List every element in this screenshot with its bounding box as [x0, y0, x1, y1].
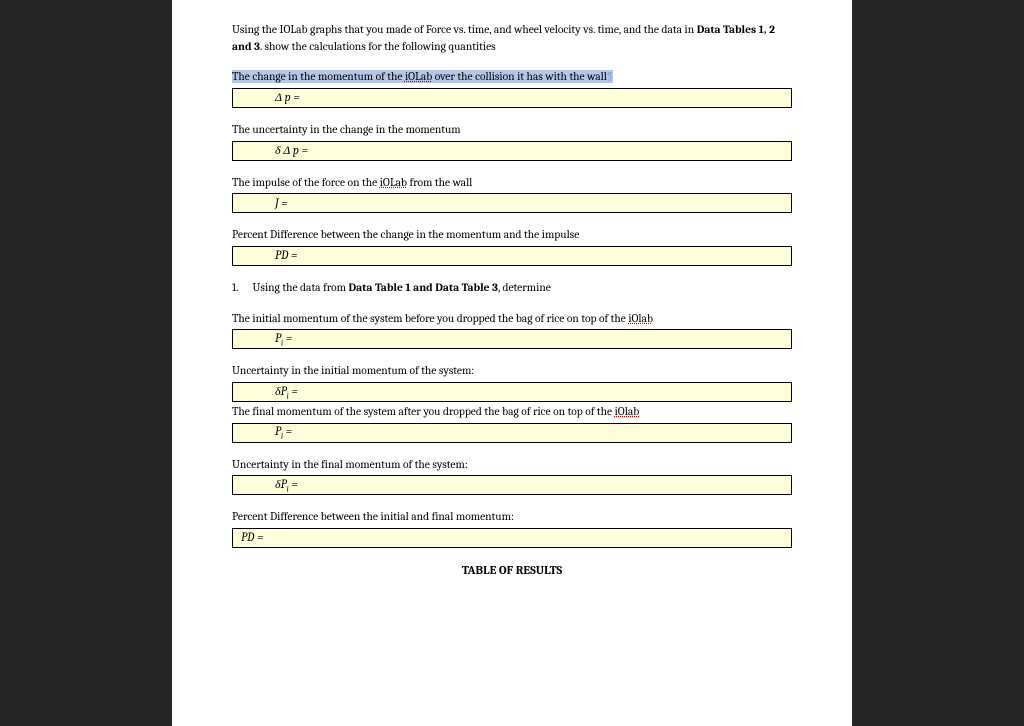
q3-post: from the wall	[407, 176, 472, 189]
q4-equation: PD =	[275, 247, 297, 264]
table-of-results-heading: TABLE OF RESULTS	[232, 562, 792, 579]
document-page: Using the IOLab graphs that you made of …	[172, 0, 852, 726]
q2-equation: δ Δ p =	[275, 142, 308, 159]
q5-equation: Pi =	[275, 330, 292, 349]
numbered-text-a: Using the data from	[253, 281, 349, 294]
q2-answer-box[interactable]: δ Δ p =	[232, 141, 792, 161]
q3-prompt: The impulse of the force on the iOLab fr…	[232, 175, 792, 192]
q1-prompt: The change in the momentum of the iOLab …	[232, 69, 792, 86]
q7-answer-box[interactable]: Pi =	[232, 423, 792, 443]
q6-prompt: Uncertainty in the initial momentum of t…	[232, 363, 792, 380]
q6-sym: δP	[275, 384, 287, 398]
q6-post-eq: =	[289, 384, 298, 398]
q9-equation: PD =	[241, 529, 263, 546]
q1-err: iOLab	[405, 70, 432, 83]
q7-pre: The final momentum of the system after y…	[232, 405, 615, 418]
q8-equation: δPi =	[275, 476, 298, 495]
q7-err: iOlab	[615, 405, 640, 418]
q3-answer-box[interactable]: J =	[232, 193, 792, 213]
q8-sym: δP	[275, 477, 287, 491]
q9-answer-box[interactable]: PD =	[232, 528, 792, 548]
q8-answer-box[interactable]: δPi =	[232, 475, 792, 495]
q5-err: iOlab	[628, 312, 653, 325]
numbered-bold: Data Table 1 and Data Table 3	[349, 281, 498, 294]
q1-highlight: The change in the momentum of the iOLab …	[232, 70, 613, 83]
q3-equation: J =	[275, 195, 288, 212]
q1-equation: Δ p =	[275, 89, 300, 106]
intro-text-c: . show the calculations for the followin…	[260, 40, 496, 53]
q9-prompt: Percent Difference between the initial a…	[232, 509, 792, 526]
q4-prompt: Percent Difference between the change in…	[232, 227, 792, 244]
q7-prompt: The final momentum of the system after y…	[232, 404, 792, 421]
q5-pre: The initial momentum of the system befor…	[232, 312, 628, 325]
q8-prompt: Uncertainty in the final momentum of the…	[232, 457, 792, 474]
q5-answer-box[interactable]: Pi =	[232, 329, 792, 349]
q3-err: iOLab	[380, 176, 407, 189]
q7-equation: Pi =	[275, 423, 292, 442]
q1-pre: The change in the momentum of the	[232, 70, 405, 83]
q7-post-eq: =	[283, 424, 292, 438]
q1-answer-box[interactable]: Δ p =	[232, 88, 792, 108]
numbered-text-c: , determine	[498, 281, 551, 294]
numbered-item: 1. Using the data from Data Table 1 and …	[232, 280, 792, 297]
q1-post: over the collision it has with the wall	[432, 70, 607, 83]
q5-post-eq: =	[283, 331, 292, 345]
intro-paragraph: Using the IOLab graphs that you made of …	[232, 22, 792, 55]
intro-text-a: Using the IOLab graphs that you made of …	[232, 23, 697, 36]
q6-equation: δPi =	[275, 383, 298, 402]
q5-prompt: The initial momentum of the system befor…	[232, 311, 792, 328]
pilcrow-icon: ¶	[607, 70, 613, 82]
q3-pre: The impulse of the force on the	[232, 176, 380, 189]
q2-prompt: The uncertainty in the change in the mom…	[232, 122, 792, 139]
q4-answer-box[interactable]: PD =	[232, 246, 792, 266]
q6-answer-box[interactable]: δPi =	[232, 382, 792, 402]
q8-post-eq: =	[289, 477, 298, 491]
list-number: 1.	[232, 280, 250, 297]
